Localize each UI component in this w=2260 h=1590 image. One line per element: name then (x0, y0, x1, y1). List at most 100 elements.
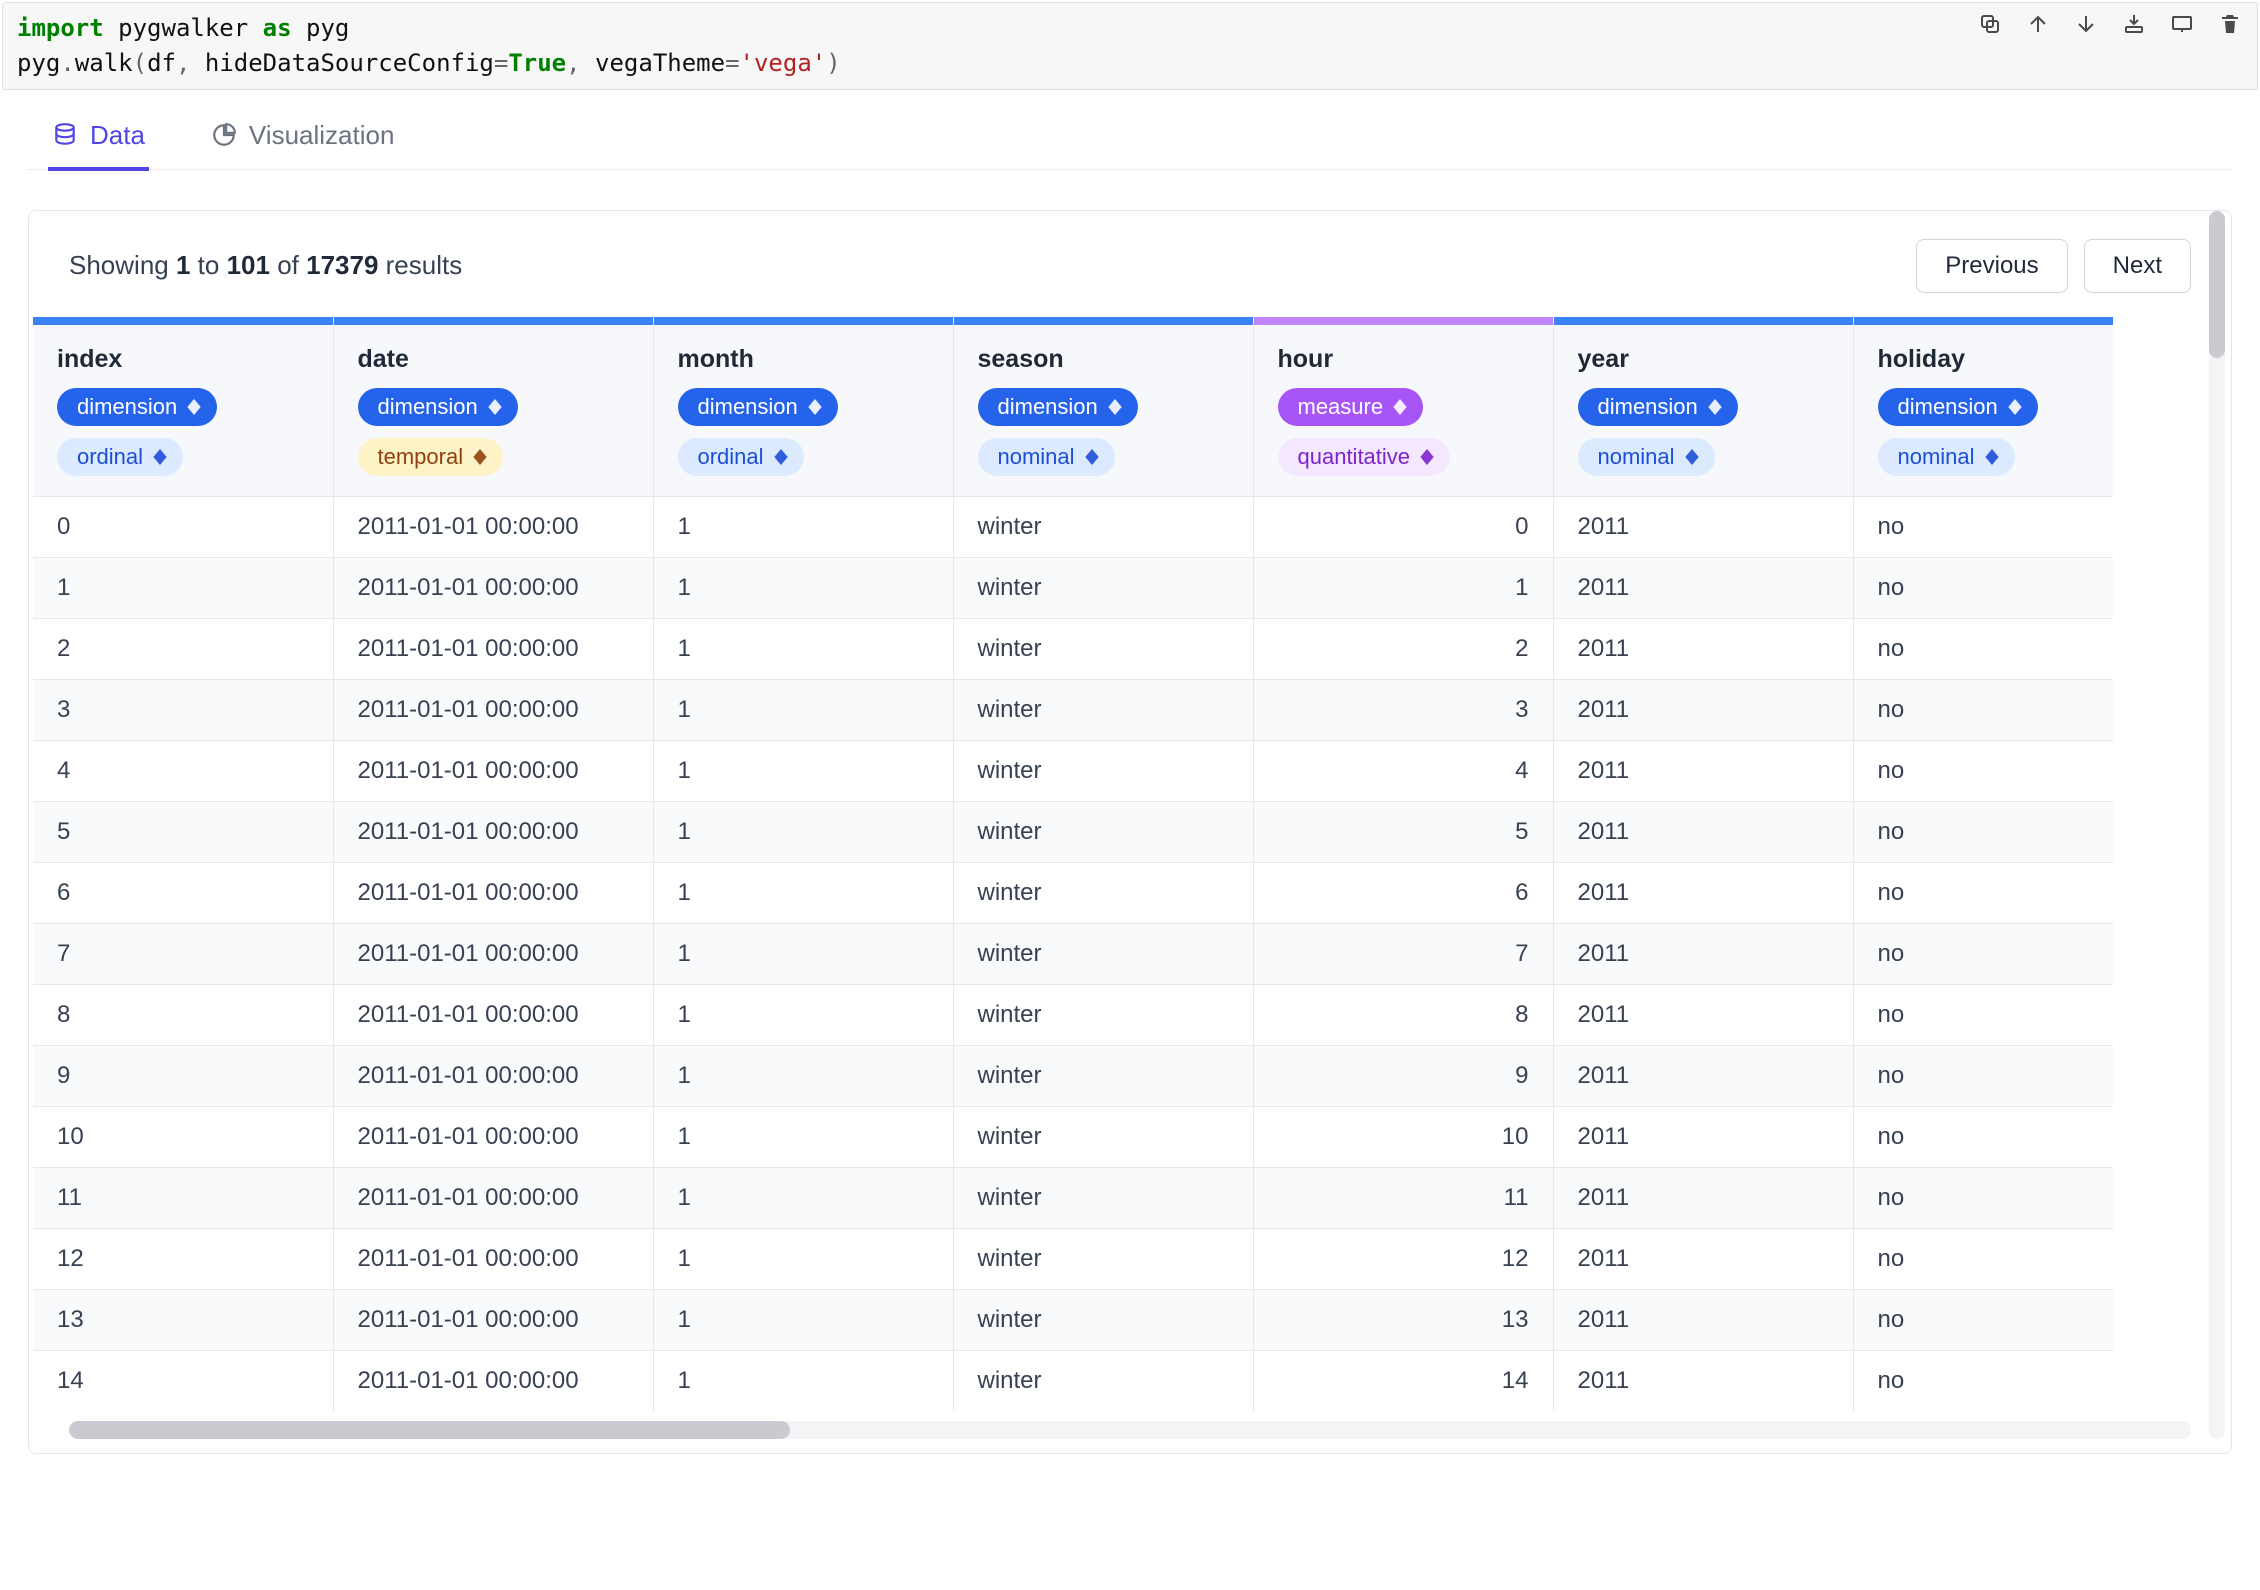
horizontal-scrollbar-thumb[interactable] (69, 1421, 790, 1439)
cell-month: 1 (653, 923, 953, 984)
type-pill[interactable]: ordinal (678, 438, 804, 476)
cell-month: 1 (653, 679, 953, 740)
cell-index: 14 (33, 1350, 333, 1411)
cell-date: 2011-01-01 00:00:00 (333, 618, 653, 679)
token-keyword: import (17, 14, 104, 42)
horizontal-scrollbar[interactable] (69, 1421, 2191, 1439)
cell-season: winter (953, 618, 1253, 679)
table-row: 122011-01-01 00:00:001winter122011no (33, 1228, 2113, 1289)
vertical-scrollbar-thumb[interactable] (2209, 211, 2225, 358)
cell-holiday: no (1853, 1289, 2113, 1350)
cell-season: winter (953, 1106, 1253, 1167)
cell-year: 2011 (1553, 1106, 1853, 1167)
code-cell[interactable]: import pygwalker as pyg pyg.walk(df, hid… (2, 2, 2258, 90)
type-pill[interactable]: quantitative (1278, 438, 1451, 476)
cell-date: 2011-01-01 00:00:00 (333, 1167, 653, 1228)
cell-month: 1 (653, 1350, 953, 1411)
cell-toolbar (1977, 11, 2243, 37)
cell-year: 2011 (1553, 740, 1853, 801)
cell-month: 1 (653, 1289, 953, 1350)
cell-holiday: no (1853, 1167, 2113, 1228)
results-summary: Showing 1 to 101 of 17379 results (69, 250, 462, 281)
move-up-icon[interactable] (2025, 11, 2051, 37)
cell-date: 2011-01-01 00:00:00 (333, 1106, 653, 1167)
next-button[interactable]: Next (2084, 239, 2191, 293)
table-row: 92011-01-01 00:00:001winter92011no (33, 1045, 2113, 1106)
copy-icon[interactable] (1977, 11, 2003, 37)
cell-holiday: no (1853, 679, 2113, 740)
cell-hour: 10 (1253, 1106, 1553, 1167)
trash-icon[interactable] (2217, 11, 2243, 37)
column-name: year (1578, 345, 1829, 374)
cell-year: 2011 (1553, 984, 1853, 1045)
cell-index: 1 (33, 557, 333, 618)
cell-index: 8 (33, 984, 333, 1045)
cell-hour: 4 (1253, 740, 1553, 801)
present-icon[interactable] (2169, 11, 2195, 37)
cell-date: 2011-01-01 00:00:00 (333, 679, 653, 740)
table-scroll[interactable]: indexdimensionordinaldatedimensiontempor… (33, 317, 2227, 1411)
role-pill[interactable]: measure (1278, 388, 1424, 426)
role-pill[interactable]: dimension (1578, 388, 1738, 426)
column-name: season (978, 345, 1229, 374)
type-pill[interactable]: nominal (978, 438, 1115, 476)
type-pill[interactable]: temporal (358, 438, 504, 476)
table-row: 82011-01-01 00:00:001winter82011no (33, 984, 2113, 1045)
cell-month: 1 (653, 1228, 953, 1289)
cell-hour: 2 (1253, 618, 1553, 679)
table-row: 102011-01-01 00:00:001winter102011no (33, 1106, 2113, 1167)
tab-data[interactable]: Data (48, 104, 149, 171)
cell-index: 3 (33, 679, 333, 740)
cell-year: 2011 (1553, 1228, 1853, 1289)
column-name: index (57, 345, 309, 374)
table-row: 112011-01-01 00:00:001winter112011no (33, 1167, 2113, 1228)
role-pill[interactable]: dimension (978, 388, 1138, 426)
role-pill[interactable]: dimension (1878, 388, 2038, 426)
previous-button[interactable]: Previous (1916, 239, 2067, 293)
results-prefix: Showing (69, 250, 176, 280)
cell-hour: 3 (1253, 679, 1553, 740)
results-suffix: results (378, 250, 462, 280)
table-row: 132011-01-01 00:00:001winter132011no (33, 1289, 2113, 1350)
cell-index: 13 (33, 1289, 333, 1350)
pager: Previous Next (1916, 239, 2191, 293)
cell-year: 2011 (1553, 1045, 1853, 1106)
cell-index: 4 (33, 740, 333, 801)
tabs: Data Visualization (28, 104, 2232, 170)
cell-hour: 7 (1253, 923, 1553, 984)
cell-month: 1 (653, 618, 953, 679)
cell-month: 1 (653, 1106, 953, 1167)
cell-holiday: no (1853, 1350, 2113, 1411)
cell-year: 2011 (1553, 1167, 1853, 1228)
cell-holiday: no (1853, 984, 2113, 1045)
type-pill[interactable]: nominal (1878, 438, 2015, 476)
table-row: 12011-01-01 00:00:001winter12011no (33, 557, 2113, 618)
cell-month: 1 (653, 801, 953, 862)
cell-hour: 5 (1253, 801, 1553, 862)
vertical-scrollbar[interactable] (2209, 211, 2225, 1439)
panel-header: Showing 1 to 101 of 17379 results Previo… (29, 211, 2231, 317)
cell-hour: 0 (1253, 496, 1553, 557)
cell-date: 2011-01-01 00:00:00 (333, 1045, 653, 1106)
cell-hour: 8 (1253, 984, 1553, 1045)
token-func: walk (75, 49, 133, 77)
column-header-month: monthdimensionordinal (653, 317, 953, 497)
cell-date: 2011-01-01 00:00:00 (333, 1350, 653, 1411)
cell-season: winter (953, 1045, 1253, 1106)
role-pill[interactable]: dimension (358, 388, 518, 426)
move-down-icon[interactable] (2073, 11, 2099, 37)
role-pill[interactable]: dimension (57, 388, 217, 426)
results-of-word: of (270, 250, 306, 280)
insert-below-icon[interactable] (2121, 11, 2147, 37)
results-to-word: to (190, 250, 226, 280)
tab-data-label: Data (90, 120, 145, 151)
cell-year: 2011 (1553, 923, 1853, 984)
type-pill[interactable]: nominal (1578, 438, 1715, 476)
type-pill[interactable]: ordinal (57, 438, 183, 476)
role-pill[interactable]: dimension (678, 388, 838, 426)
cell-date: 2011-01-01 00:00:00 (333, 557, 653, 618)
cell-month: 1 (653, 862, 953, 923)
token-kwarg: vegaTheme (595, 49, 725, 77)
cell-hour: 12 (1253, 1228, 1553, 1289)
tab-visualization[interactable]: Visualization (207, 104, 399, 171)
